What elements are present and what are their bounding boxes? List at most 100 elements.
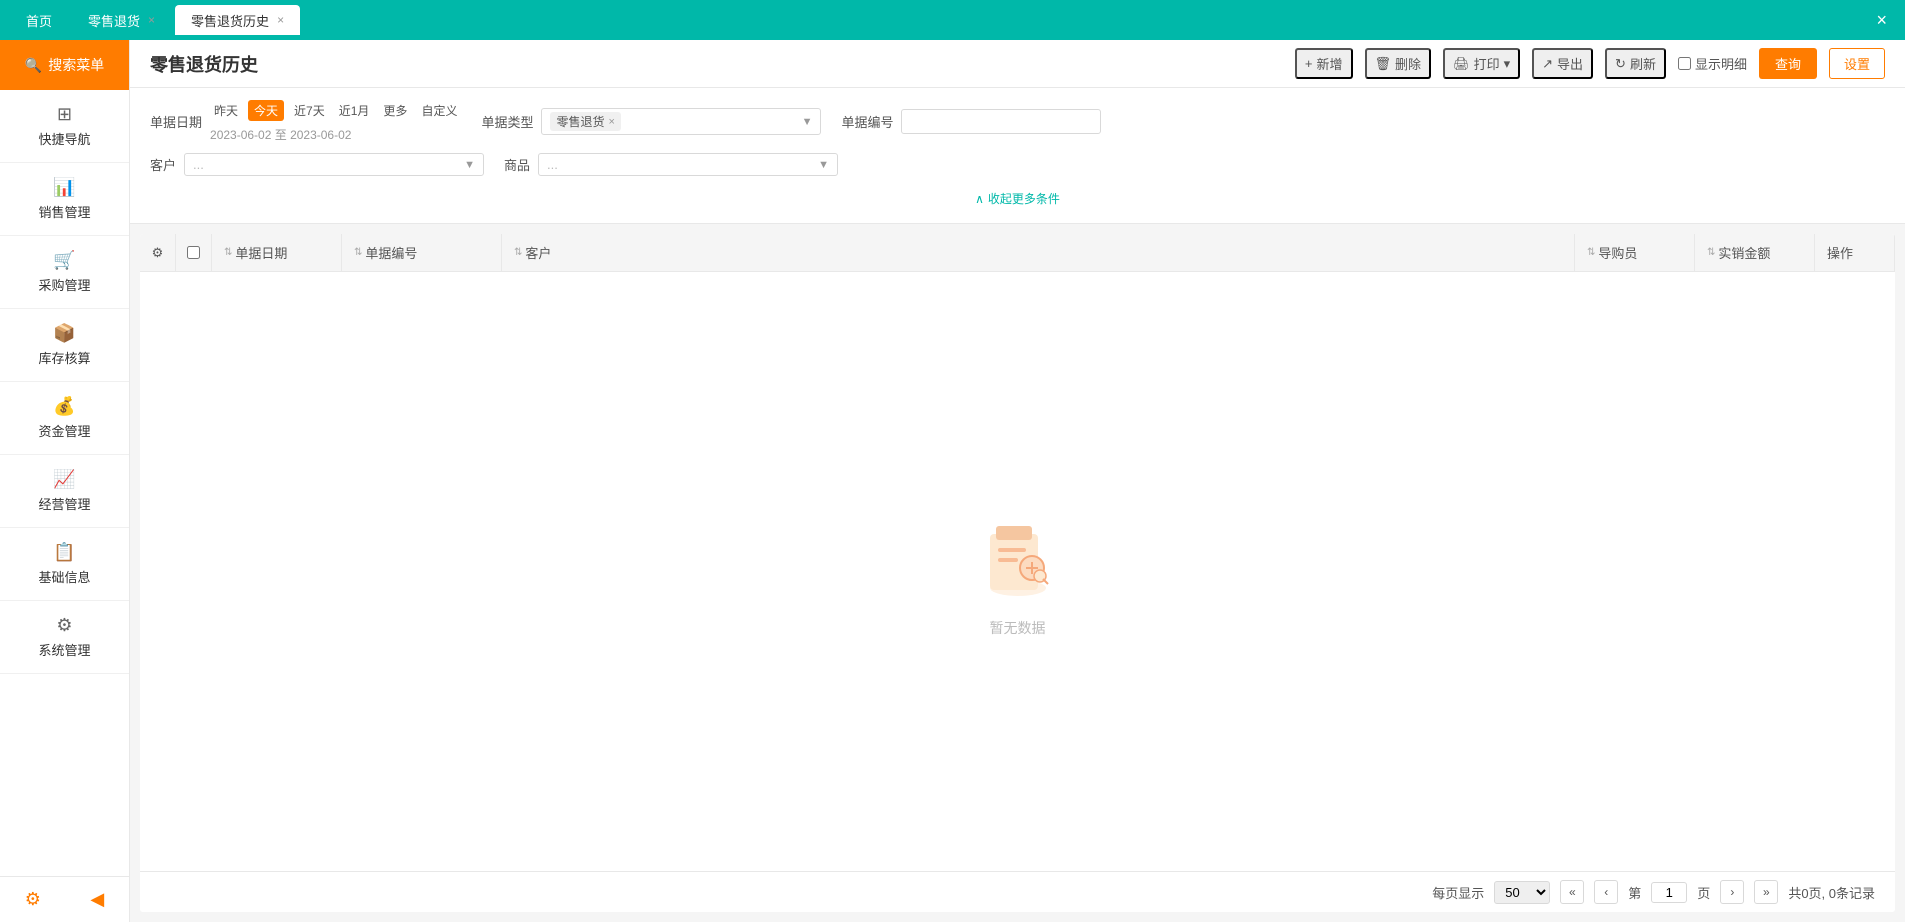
page-title: 零售退货历史 xyxy=(150,51,1295,77)
sidebar-item-finance[interactable]: 💰 资金管理 xyxy=(0,382,129,455)
query-button[interactable]: 查询 xyxy=(1759,48,1817,79)
delete-label: 删除 xyxy=(1395,54,1421,73)
collapse-button[interactable]: ∧ 收起更多条件 xyxy=(150,186,1885,211)
empty-state: 暂无数据 xyxy=(968,506,1068,638)
date-opt-custom[interactable]: 自定义 xyxy=(417,101,461,120)
select-all-checkbox[interactable] xyxy=(187,246,200,259)
page-header: 零售退货历史 + 新增 🗑 删除 🖨 打印 ▾ ↗ 导出 xyxy=(130,40,1905,88)
sidebar-item-label: 销售管理 xyxy=(38,202,90,221)
show-detail-label: 显示明细 xyxy=(1695,54,1747,73)
th-date[interactable]: ⇅ 单据日期 xyxy=(212,234,342,271)
sidebar-search[interactable]: 🔍 搜索菜单 xyxy=(0,40,129,90)
page-size-label: 每页显示 xyxy=(1432,883,1484,902)
basic-info-icon: 📋 xyxy=(53,542,75,563)
th-checkbox[interactable] xyxy=(176,234,212,271)
pagination-bar: 每页显示 50 100 200 « ‹ 第 页 › » 共0页, 0条记录 xyxy=(140,871,1895,912)
th-guide-label: 导购员 xyxy=(1598,243,1637,262)
page-label: 第 xyxy=(1628,883,1641,902)
date-opt-7days[interactable]: 近7天 xyxy=(290,101,329,120)
th-amount-label: 实销金额 xyxy=(1718,243,1770,262)
sidebar-search-label: 搜索菜单 xyxy=(48,55,104,75)
tab-retail-return[interactable]: 零售退货 × xyxy=(72,5,171,35)
print-label: 打印 xyxy=(1474,54,1500,73)
sort-icon-guide: ⇅ xyxy=(1587,247,1595,258)
type-filter-label: 单据类型 xyxy=(481,112,533,131)
th-ops-label: 操作 xyxy=(1827,243,1853,262)
add-button[interactable]: + 新增 xyxy=(1295,48,1353,79)
system-mgmt-icon: ⚙ xyxy=(56,615,72,636)
page-input[interactable] xyxy=(1651,882,1687,903)
th-guide[interactable]: ⇅ 导购员 xyxy=(1575,234,1695,271)
finance-icon: 💰 xyxy=(53,396,75,417)
page-size-select[interactable]: 50 100 200 xyxy=(1494,881,1550,904)
tab-retail-return-history[interactable]: 零售退货历史 × xyxy=(175,5,300,35)
sort-icon-customer: ⇅ xyxy=(514,247,522,258)
type-filter: 单据类型 零售退货 × ▼ xyxy=(481,108,821,135)
date-opt-more[interactable]: 更多 xyxy=(379,101,411,120)
tab-home[interactable]: 首页 xyxy=(10,5,68,35)
th-customer[interactable]: ⇅ 客户 xyxy=(502,234,1575,271)
filter-row-2: 客户 ... ▼ 商品 ... ▼ xyxy=(150,153,1885,176)
date-options: 昨天 今天 近7天 近1月 更多 自定义 xyxy=(210,100,461,121)
total-info: 共0页, 0条记录 xyxy=(1788,883,1875,902)
add-label: 新增 xyxy=(1317,54,1343,73)
empty-icon xyxy=(968,506,1068,606)
settings-bottom-icon[interactable]: ⚙ xyxy=(25,889,41,910)
sales-mgmt-icon: 📊 xyxy=(53,177,75,198)
type-filter-tag-close[interactable]: × xyxy=(608,116,614,128)
next-page-button[interactable]: › xyxy=(1720,880,1744,904)
date-opt-1month[interactable]: 近1月 xyxy=(335,101,374,120)
sort-icon-amount: ⇅ xyxy=(1707,247,1715,258)
date-opt-yesterday[interactable]: 昨天 xyxy=(210,101,242,120)
number-filter: 单据编号 xyxy=(841,109,1101,134)
table-body: 暂无数据 xyxy=(140,272,1895,871)
sidebar-item-sales-mgmt[interactable]: 📊 销售管理 xyxy=(0,163,129,236)
sidebar-item-inventory[interactable]: 📦 库存核算 xyxy=(0,309,129,382)
table-header: ⚙ ⇅ 单据日期 ⇅ 单据编号 ⇅ 客户 ⇅ xyxy=(140,234,1895,272)
first-page-button[interactable]: « xyxy=(1560,880,1584,904)
tab-retail-return-history-close[interactable]: × xyxy=(277,13,284,27)
show-detail-checkbox-label[interactable]: 显示明细 xyxy=(1678,54,1747,73)
settings-button[interactable]: 设置 xyxy=(1829,48,1885,79)
tab-retail-return-label: 零售退货 xyxy=(88,11,140,30)
print-button[interactable]: 🖨 打印 ▾ xyxy=(1443,48,1520,79)
sidebar-item-label: 经营管理 xyxy=(38,494,90,513)
tab-home-label: 首页 xyxy=(26,11,52,30)
type-filter-select[interactable]: 零售退货 × ▼ xyxy=(541,108,821,135)
th-number[interactable]: ⇅ 单据编号 xyxy=(342,234,502,271)
header-actions: + 新增 🗑 删除 🖨 打印 ▾ ↗ 导出 ↻ 刷新 xyxy=(1295,48,1885,79)
settings-col-icon: ⚙ xyxy=(152,245,164,261)
operations-icon: 📈 xyxy=(53,469,75,490)
goods-filter: 商品 ... ▼ xyxy=(504,153,838,176)
sidebar-item-basic-info[interactable]: 📋 基础信息 xyxy=(0,528,129,601)
type-filter-arrow: ▼ xyxy=(802,116,813,128)
last-page-button[interactable]: » xyxy=(1754,880,1778,904)
export-label: 导出 xyxy=(1557,54,1583,73)
sidebar-item-operations[interactable]: 📈 经营管理 xyxy=(0,455,129,528)
sidebar-item-system-mgmt[interactable]: ⚙ 系统管理 xyxy=(0,601,129,674)
th-ops: 操作 xyxy=(1815,234,1895,271)
sidebar-item-purchase-mgmt[interactable]: 🛒 采购管理 xyxy=(0,236,129,309)
th-amount[interactable]: ⇅ 实销金额 xyxy=(1695,234,1815,271)
collapse-label: 收起更多条件 xyxy=(988,190,1060,207)
sidebar-bottom: ⚙ ◀ xyxy=(0,876,129,922)
th-settings[interactable]: ⚙ xyxy=(140,234,176,271)
window-close-button[interactable]: × xyxy=(1868,10,1895,31)
delete-button[interactable]: 🗑 删除 xyxy=(1365,48,1432,79)
sidebar-item-quick-nav[interactable]: ⊞ 快捷导航 xyxy=(0,90,129,163)
refresh-button[interactable]: ↻ 刷新 xyxy=(1605,48,1666,79)
goods-filter-select[interactable]: ... ▼ xyxy=(538,153,838,176)
customer-filter-label: 客户 xyxy=(150,155,176,174)
goods-filter-label: 商品 xyxy=(504,155,530,174)
date-opt-today[interactable]: 今天 xyxy=(248,100,284,121)
customer-placeholder: ... xyxy=(193,157,204,172)
prev-page-button[interactable]: ‹ xyxy=(1594,880,1618,904)
collapse-icon: ∧ xyxy=(975,192,984,206)
show-detail-checkbox[interactable] xyxy=(1678,57,1691,70)
export-button[interactable]: ↗ 导出 xyxy=(1532,48,1593,79)
tab-retail-return-close[interactable]: × xyxy=(148,13,155,27)
th-customer-label: 客户 xyxy=(525,243,551,262)
number-filter-input[interactable] xyxy=(901,109,1101,134)
customer-filter-select[interactable]: ... ▼ xyxy=(184,153,484,176)
collapse-sidebar-icon[interactable]: ◀ xyxy=(90,889,104,910)
